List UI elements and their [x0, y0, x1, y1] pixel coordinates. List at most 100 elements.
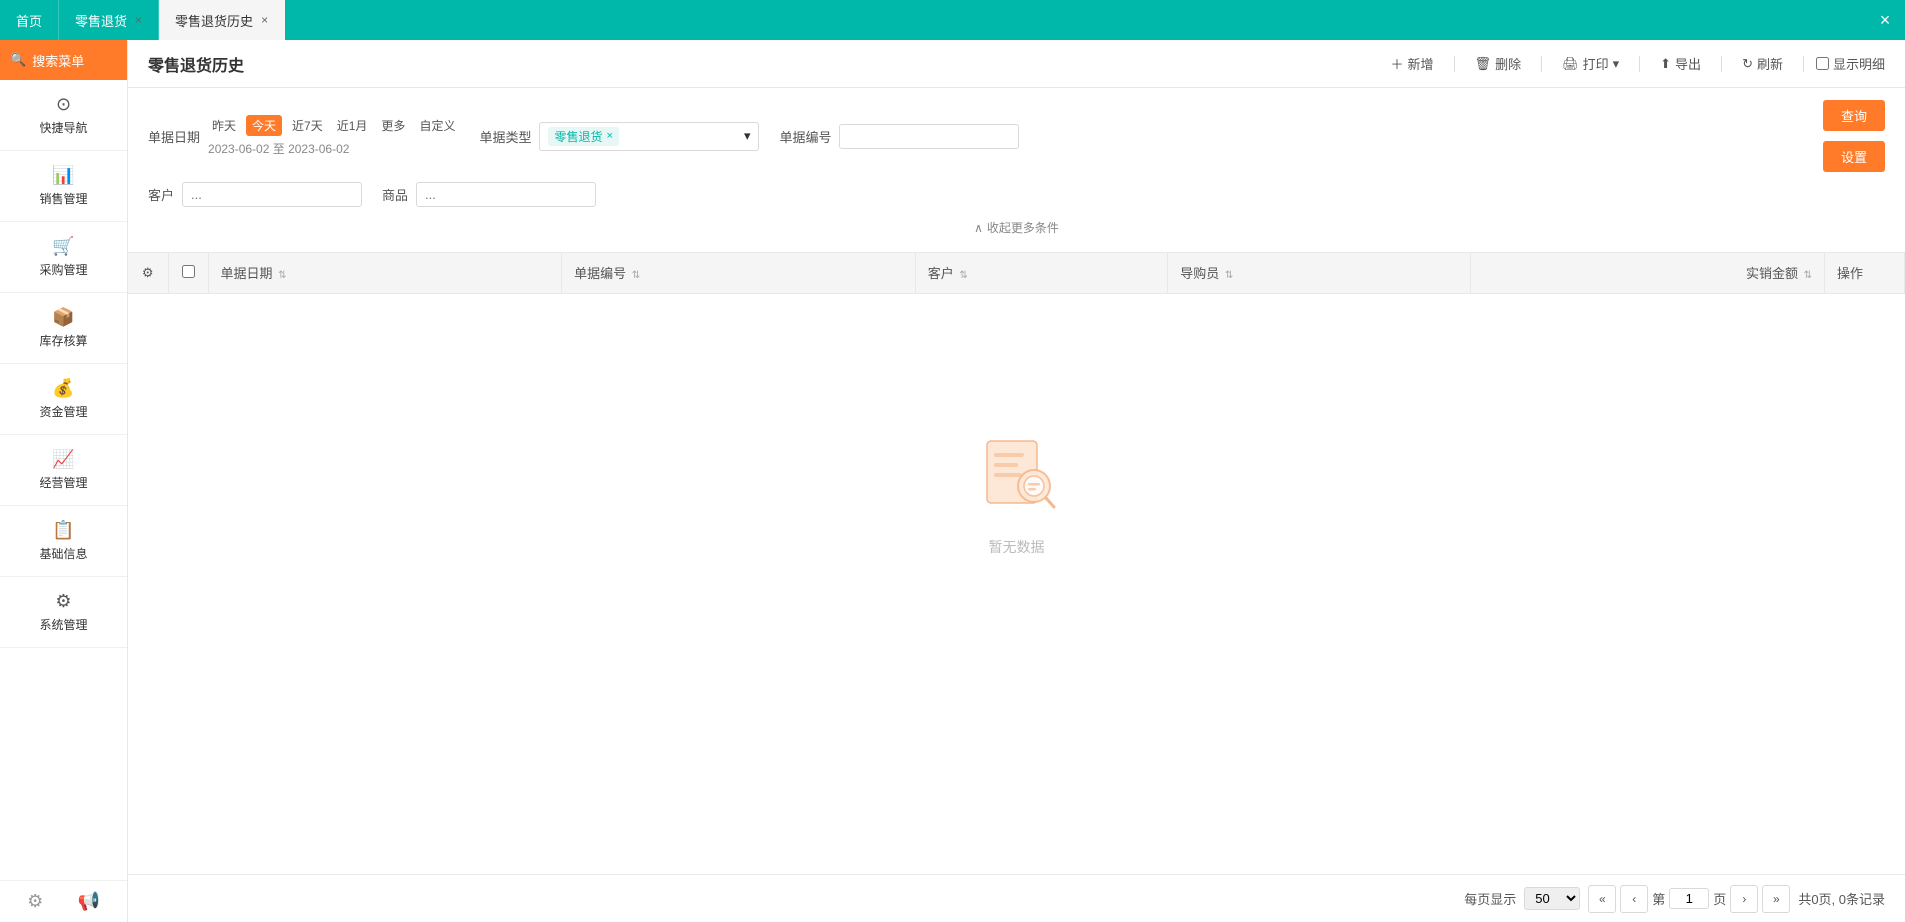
query-button[interactable]: 查询: [1823, 100, 1885, 131]
window-close-button[interactable]: ×: [1865, 0, 1905, 40]
tab-home[interactable]: 首页: [0, 0, 59, 40]
table-header: ⚙ 单据日期 ⇅ 单据编号 ⇅: [128, 253, 1905, 293]
doctype-tag-close[interactable]: ×: [606, 130, 612, 142]
display-detail-checkbox[interactable]: 显示明细: [1816, 54, 1885, 73]
collapse-icon: ∧: [974, 221, 983, 235]
collapse-label: 收起更多条件: [987, 219, 1059, 236]
col-settings-icon[interactable]: ⚙: [142, 265, 154, 280]
page-size-label: 每页显示: [1464, 889, 1516, 908]
last-page-button[interactable]: »: [1762, 885, 1790, 913]
col-checkbox[interactable]: [168, 253, 208, 293]
doctype-select[interactable]: 零售退货 × ▾: [539, 122, 759, 151]
refresh-button[interactable]: ↻ 刷新: [1734, 50, 1791, 77]
date-opt-custom[interactable]: 自定义: [415, 115, 459, 136]
prev-page-button[interactable]: ‹: [1620, 885, 1648, 913]
filter-docno-item: 单据编号: [779, 124, 1019, 149]
sidebar-item-operation[interactable]: 📈 经营管理: [0, 435, 127, 506]
page-title: 零售退货历史: [148, 52, 244, 76]
collapse-button[interactable]: ∧ 收起更多条件: [962, 215, 1071, 240]
next-page-button[interactable]: ›: [1730, 885, 1758, 913]
tab-retail-return-history-close[interactable]: ×: [261, 13, 268, 27]
sidebar-item-system-mgmt[interactable]: ⚙ 系统管理: [0, 577, 127, 648]
date-options: 昨天 今天 近7天 近1月 更多 自定义: [208, 115, 459, 136]
filter-area: 单据日期 昨天 今天 近7天 近1月 更多 自定义 2023-06-02 至 2…: [128, 88, 1905, 253]
col-guide-label: 导购员: [1180, 266, 1219, 281]
date-opt-today[interactable]: 今天: [246, 115, 282, 136]
header-filter-wrapper: 零售退货历史 ＋ 新增 🗑 删除 🖨 打印 ▾: [128, 40, 1905, 253]
sidebar-item-quick-nav[interactable]: ⊙ 快捷导航: [0, 80, 127, 151]
settings-button[interactable]: 设置: [1823, 141, 1885, 172]
select-all-checkbox[interactable]: [182, 265, 195, 278]
date-opt-1month[interactable]: 近1月: [333, 115, 372, 136]
col-doc-no[interactable]: 单据编号 ⇅: [562, 253, 916, 293]
tab-retail-return-close[interactable]: ×: [135, 13, 142, 27]
display-detail-label: 显示明细: [1833, 54, 1885, 73]
sidebar-item-finance-label: 资金管理: [39, 403, 87, 420]
refresh-label: 刷新: [1757, 54, 1783, 73]
date-opt-yesterday[interactable]: 昨天: [208, 115, 240, 136]
divider-4: [1721, 56, 1722, 72]
page-header: 零售退货历史 ＋ 新增 🗑 删除 🖨 打印 ▾: [128, 40, 1905, 88]
display-detail-input[interactable]: [1816, 57, 1829, 70]
print-arrow-icon: ▾: [1613, 56, 1620, 72]
sidebar-item-finance[interactable]: 💰 资金管理: [0, 364, 127, 435]
empty-text: 暂无数据: [989, 537, 1045, 557]
empty-illustration: [972, 431, 1062, 521]
top-tab-bar: 首页 零售退货 × 零售退货历史 × ×: [0, 0, 1905, 40]
delete-button[interactable]: 🗑 删除: [1467, 50, 1530, 77]
col-settings[interactable]: ⚙: [128, 253, 168, 293]
add-label: 新增: [1408, 54, 1434, 73]
sidebar-item-sales-mgmt[interactable]: 📊 销售管理: [0, 151, 127, 222]
page-label: 第: [1652, 889, 1665, 908]
sidebar-speaker-icon[interactable]: 📢: [77, 891, 99, 912]
filter-goods-item: 商品: [382, 182, 596, 207]
print-button[interactable]: 🖨 打印 ▾: [1554, 50, 1627, 77]
page-unit: 页: [1713, 889, 1726, 908]
date-opt-7days[interactable]: 近7天: [288, 115, 327, 136]
sidebar-item-basic-info[interactable]: 📋 基础信息: [0, 506, 127, 577]
docno-input[interactable]: [839, 124, 1019, 149]
col-customer[interactable]: 客户 ⇅: [915, 253, 1168, 293]
print-label: 打印: [1583, 54, 1609, 73]
date-opt-more[interactable]: 更多: [377, 115, 409, 136]
customer-input[interactable]: [182, 182, 362, 207]
tab-retail-return-label: 零售退货: [75, 11, 127, 30]
col-doc-date[interactable]: 单据日期 ⇅: [208, 253, 562, 293]
pagination: 每页显示 10 20 50 100 « ‹ 第 页 › » 共0页, 0条记录: [128, 874, 1905, 922]
main-layout: 🔍 搜索菜单 ⊙ 快捷导航 📊 销售管理 🛒 采购管理 📦 库存核算 💰 资金管…: [0, 40, 1905, 922]
add-button[interactable]: ＋ 新增: [1383, 50, 1442, 77]
sidebar-item-inventory[interactable]: 📦 库存核算: [0, 293, 127, 364]
sidebar-item-purchase-mgmt[interactable]: 🛒 采购管理: [0, 222, 127, 293]
col-doc-date-sort: ⇅: [278, 270, 286, 281]
operation-icon: 📈: [52, 449, 74, 470]
goods-input[interactable]: [416, 182, 596, 207]
sidebar-item-system-label: 系统管理: [39, 616, 87, 633]
tab-retail-return[interactable]: 零售退货 ×: [59, 0, 159, 40]
export-button[interactable]: ⬆ 导出: [1652, 50, 1709, 77]
sidebar-search[interactable]: 🔍 搜索菜单: [0, 40, 127, 80]
filter-doctype-item: 单据类型 零售退货 × ▾: [479, 122, 759, 151]
col-amount-sort: ⇅: [1804, 270, 1812, 281]
col-guide[interactable]: 导购员 ⇅: [1168, 253, 1471, 293]
tab-retail-return-history-label: 零售退货历史: [175, 11, 253, 30]
first-page-button[interactable]: «: [1588, 885, 1616, 913]
add-icon: ＋: [1391, 54, 1404, 73]
col-amount[interactable]: 实销金额 ⇅: [1471, 253, 1825, 293]
page-input[interactable]: [1669, 888, 1709, 909]
basic-info-icon: 📋: [52, 520, 74, 541]
sales-icon: 📊: [52, 165, 74, 186]
page-size-select[interactable]: 10 20 50 100: [1524, 887, 1580, 910]
tab-home-label: 首页: [16, 11, 42, 30]
col-customer-sort: ⇅: [959, 270, 967, 281]
sidebar-item-purchase-label: 采购管理: [39, 261, 87, 278]
sidebar-settings-icon[interactable]: ⚙: [27, 891, 43, 912]
col-action: 操作: [1825, 253, 1905, 293]
col-guide-sort: ⇅: [1225, 270, 1233, 281]
finance-icon: 💰: [52, 378, 74, 399]
divider-3: [1639, 56, 1640, 72]
sidebar-item-operation-label: 经营管理: [39, 474, 87, 491]
col-customer-label: 客户: [928, 266, 954, 281]
tab-retail-return-history[interactable]: 零售退货历史 ×: [159, 0, 285, 40]
delete-label: 删除: [1495, 54, 1521, 73]
sidebar-item-basic-info-label: 基础信息: [39, 545, 87, 562]
